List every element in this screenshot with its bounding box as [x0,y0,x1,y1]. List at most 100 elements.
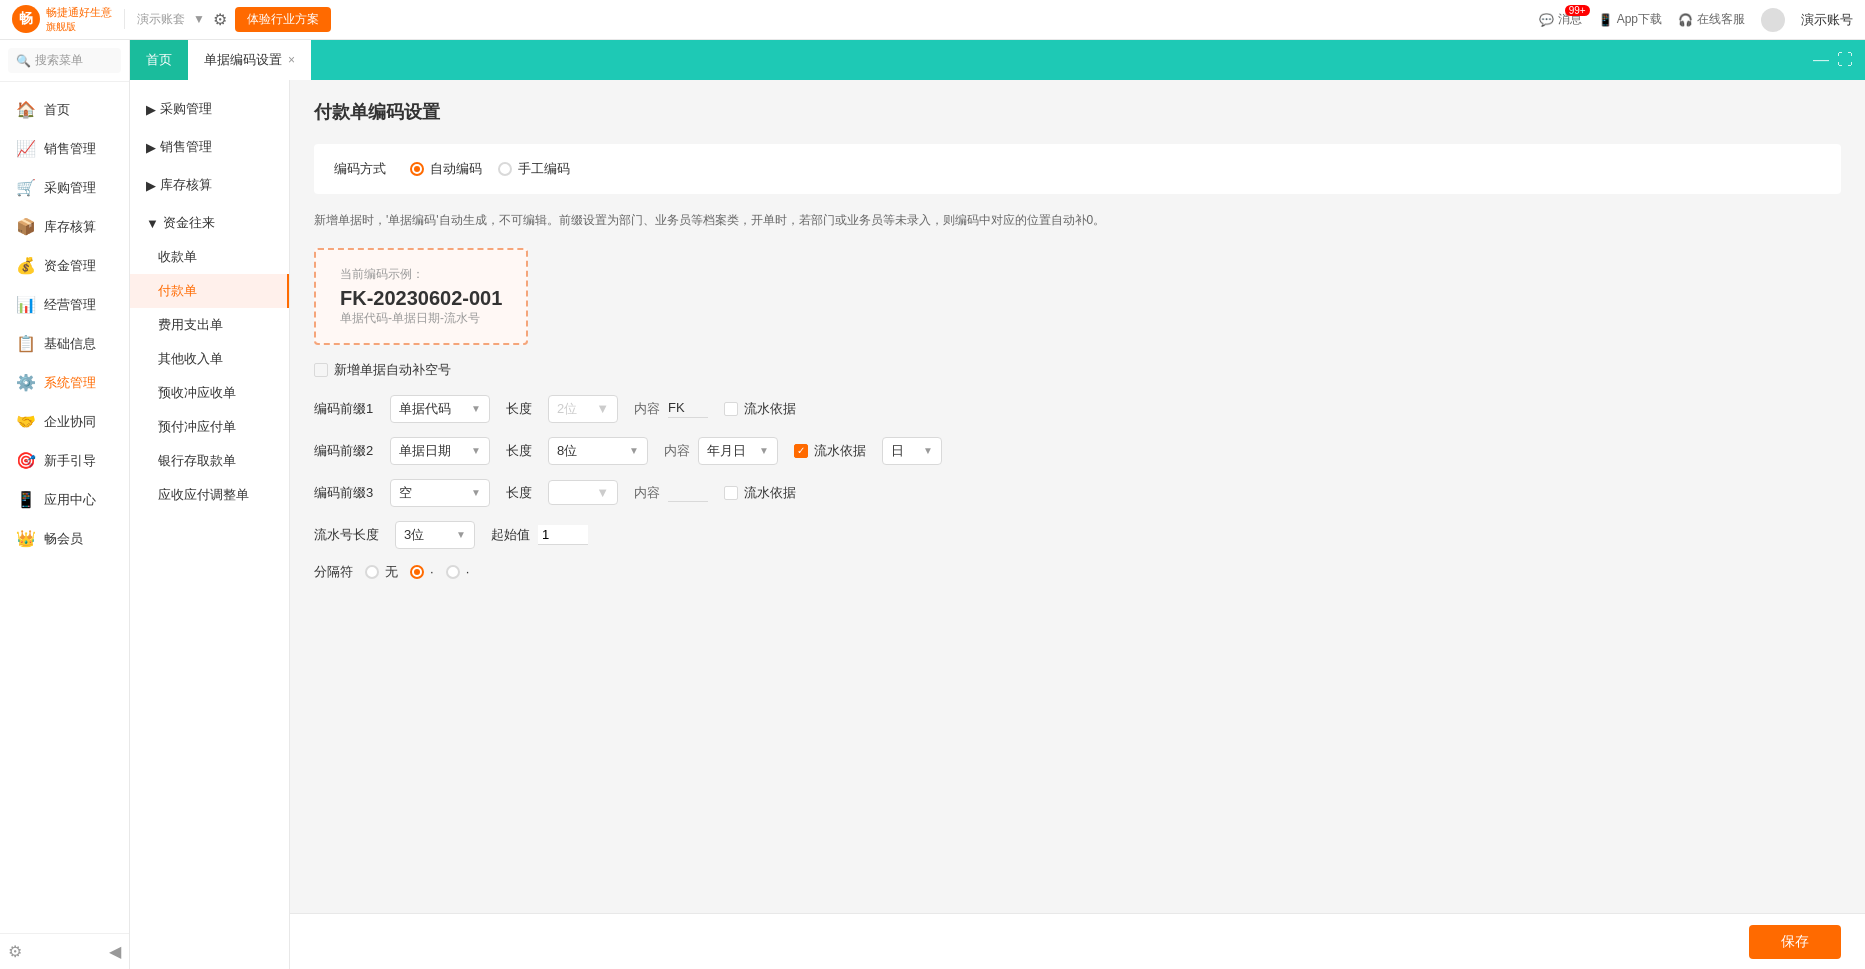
manual-encoding-radio[interactable]: 手工编码 [498,160,570,178]
sidebar-item-basic[interactable]: 📋 基础信息 [0,324,129,363]
prefix3-row: 编码前缀3 空 ▼ 长度 ▼ 内容 [314,479,1841,507]
logo-icon: 畅 [12,5,40,33]
search-icon: 🔍 [16,54,31,68]
content-area: 首页 单据编码设置 × — ⛶ ▶ 采购管 [130,40,1865,969]
prefix3-select[interactable]: 空 ▼ [390,479,490,507]
sidebar-item-management[interactable]: 📊 经营管理 [0,285,129,324]
prefix1-chevron-icon: ▼ [471,403,481,414]
search-menu-button[interactable]: 🔍 搜索菜单 [8,48,121,73]
sidebar-item-sales[interactable]: 📈 销售管理 [0,129,129,168]
prefix2-content-select[interactable]: 年月日 ▼ [698,437,778,465]
tab-actions: — ⛶ [1801,51,1865,69]
encoding-method-row: 编码方式 自动编码 手工编码 [334,160,1821,178]
settings-icon-button[interactable]: ⚙ [213,10,227,29]
sub-sidebar-item-bank[interactable]: 银行存取款单 [130,444,289,478]
sub-group-funds-title[interactable]: ▼ 资金往来 [130,206,289,240]
sub-sidebar-item-prepaid-ap[interactable]: 预付冲应付单 [130,410,289,444]
sidebar-item-inventory[interactable]: 📦 库存核算 [0,207,129,246]
app-logo: 畅 畅捷通好生意 旗舰版 [12,5,112,33]
tab-encoding-settings[interactable]: 单据编码设置 × [188,40,311,80]
prefix2-select[interactable]: 单据日期 ▼ [390,437,490,465]
trial-button[interactable]: 体验行业方案 [235,7,331,32]
message-icon: 💬 [1539,13,1554,27]
prefix2-row: 编码前缀2 单据日期 ▼ 长度 8位 ▼ 内容 [314,437,1841,465]
main-content: 付款单编码设置 编码方式 自动编码 [290,80,1865,913]
start-value-input[interactable] [538,525,588,545]
prefix3-label: 编码前缀3 [314,484,374,502]
prefix1-select[interactable]: 单据代码 ▼ [390,395,490,423]
save-button[interactable]: 保存 [1749,925,1841,959]
phone-icon: 📱 [1598,13,1613,27]
prefix2-stream-checkbox[interactable]: ✓ [794,444,808,458]
apps-icon: 📱 [16,490,36,509]
serial-length-chevron-icon: ▼ [456,529,466,540]
preview-code: FK-20230602-001 [340,287,502,310]
tab-home[interactable]: 首页 [130,40,188,80]
prefix2-content-field: 内容 年月日 ▼ [664,437,778,465]
sidebar-item-finance[interactable]: 💰 资金管理 [0,246,129,285]
sales-icon: 📈 [16,139,36,158]
auto-encoding-radio[interactable]: 自动编码 [410,160,482,178]
enterprise-icon: 🤝 [16,412,36,431]
sub-sidebar-group-funds: ▼ 资金往来 收款单 付款单 费用支出单 其他收入单 [130,206,289,512]
customer-service-button[interactable]: 🎧 在线客服 [1678,11,1745,28]
purchase-icon: 🛒 [16,178,36,197]
sub-sidebar-item-prepaid-ar[interactable]: 预收冲应收单 [130,376,289,410]
sidebar-item-member[interactable]: 👑 畅会员 [0,519,129,558]
topbar-divider [124,9,125,29]
sub-sidebar-item-other-income[interactable]: 其他收入单 [130,342,289,376]
sidebar-item-system[interactable]: ⚙️ 系统管理 [0,363,129,402]
prefix2-cycle-select[interactable]: 日 ▼ [882,437,942,465]
sidebar-settings-button[interactable]: ⚙ [8,942,22,961]
home-icon: 🏠 [16,100,36,119]
preview-label: 当前编码示例： [340,266,502,283]
sub-sidebar-item-expenses[interactable]: 费用支出单 [130,308,289,342]
prefix1-stream-checkbox[interactable] [724,402,738,416]
prefix1-length-select[interactable]: 2位 ▼ [548,395,618,423]
sub-sidebar-group-sales: ▶ 销售管理 [130,130,289,164]
sidebar-item-enterprise[interactable]: 🤝 企业协同 [0,402,129,441]
guide-icon: 🎯 [16,451,36,470]
app-download-button[interactable]: 📱 App下载 [1598,11,1662,28]
prefix3-stream-check: 流水依据 [724,484,796,502]
sidebar-item-apps[interactable]: 📱 应用中心 [0,480,129,519]
separator-dash-radio[interactable]: · [446,564,470,579]
encoding-method-label: 编码方式 [334,160,386,178]
info-text: 新增单据时，'单据编码'自动生成，不可编辑。前缀设置为部门、业务员等档案类，开单… [314,210,1841,232]
sidebar-collapse-button[interactable]: ◀ [109,942,121,961]
sub-group-sales-title[interactable]: ▶ 销售管理 [130,130,289,164]
sub-sidebar-item-adjustment[interactable]: 应收应付调整单 [130,478,289,512]
tab-maximize-button[interactable]: ⛶ [1837,51,1853,69]
sidebar-bottom: ⚙ ◀ [0,933,129,969]
tab-minimize-button[interactable]: — [1813,51,1829,69]
prefix1-length-chevron-icon: ▼ [596,401,609,416]
prefix2-length-select[interactable]: 8位 ▼ [548,437,648,465]
tab-bar: 首页 单据编码设置 × — ⛶ [130,40,1865,80]
sidebar-item-home[interactable]: 🏠 首页 [0,90,129,129]
sidebar: 🔍 搜索菜单 🏠 首页 📈 销售管理 🛒 采购管理 📦 库存核算 💰 [0,40,130,969]
serial-length-select[interactable]: 3位 ▼ [395,521,475,549]
sub-sidebar-item-receipts[interactable]: 收款单 [130,240,289,274]
messages-button[interactable]: 💬 消息 99+ [1539,11,1582,28]
sub-sidebar: ▶ 采购管理 ▶ 销售管理 ▶ 库存核算 [130,80,290,969]
sub-group-purchase-title[interactable]: ▶ 采购管理 [130,92,289,126]
company-dropdown-button[interactable]: ▼ [193,12,205,26]
separator-dot-radio[interactable]: · [410,564,434,579]
sub-group-inventory-title[interactable]: ▶ 库存核算 [130,168,289,202]
prefix3-length-select[interactable]: ▼ [548,480,618,505]
separator-none-radio[interactable]: 无 [365,563,398,581]
sidebar-item-guide[interactable]: 🎯 新手引导 [0,441,129,480]
prefix1-row: 编码前缀1 单据代码 ▼ 长度 2位 ▼ 内容 [314,395,1841,423]
sub-sidebar-group-purchase: ▶ 采购管理 [130,92,289,126]
tab-close-button[interactable]: × [288,53,295,67]
page-title: 付款单编码设置 [314,100,1841,124]
prefix3-length-label: 长度 [506,484,532,502]
sidebar-item-purchase[interactable]: 🛒 采购管理 [0,168,129,207]
user-avatar[interactable] [1761,8,1785,32]
logo-text: 畅捷通好生意 [46,5,112,19]
topbar-left: 畅 畅捷通好生意 旗舰版 演示账套 ▼ ⚙ 体验行业方案 [12,5,331,33]
sub-sidebar-item-payments[interactable]: 付款单 [130,274,289,308]
auto-fill-label: 新增单据自动补空号 [334,361,451,379]
auto-fill-checkbox[interactable] [314,363,328,377]
prefix3-stream-checkbox[interactable] [724,486,738,500]
